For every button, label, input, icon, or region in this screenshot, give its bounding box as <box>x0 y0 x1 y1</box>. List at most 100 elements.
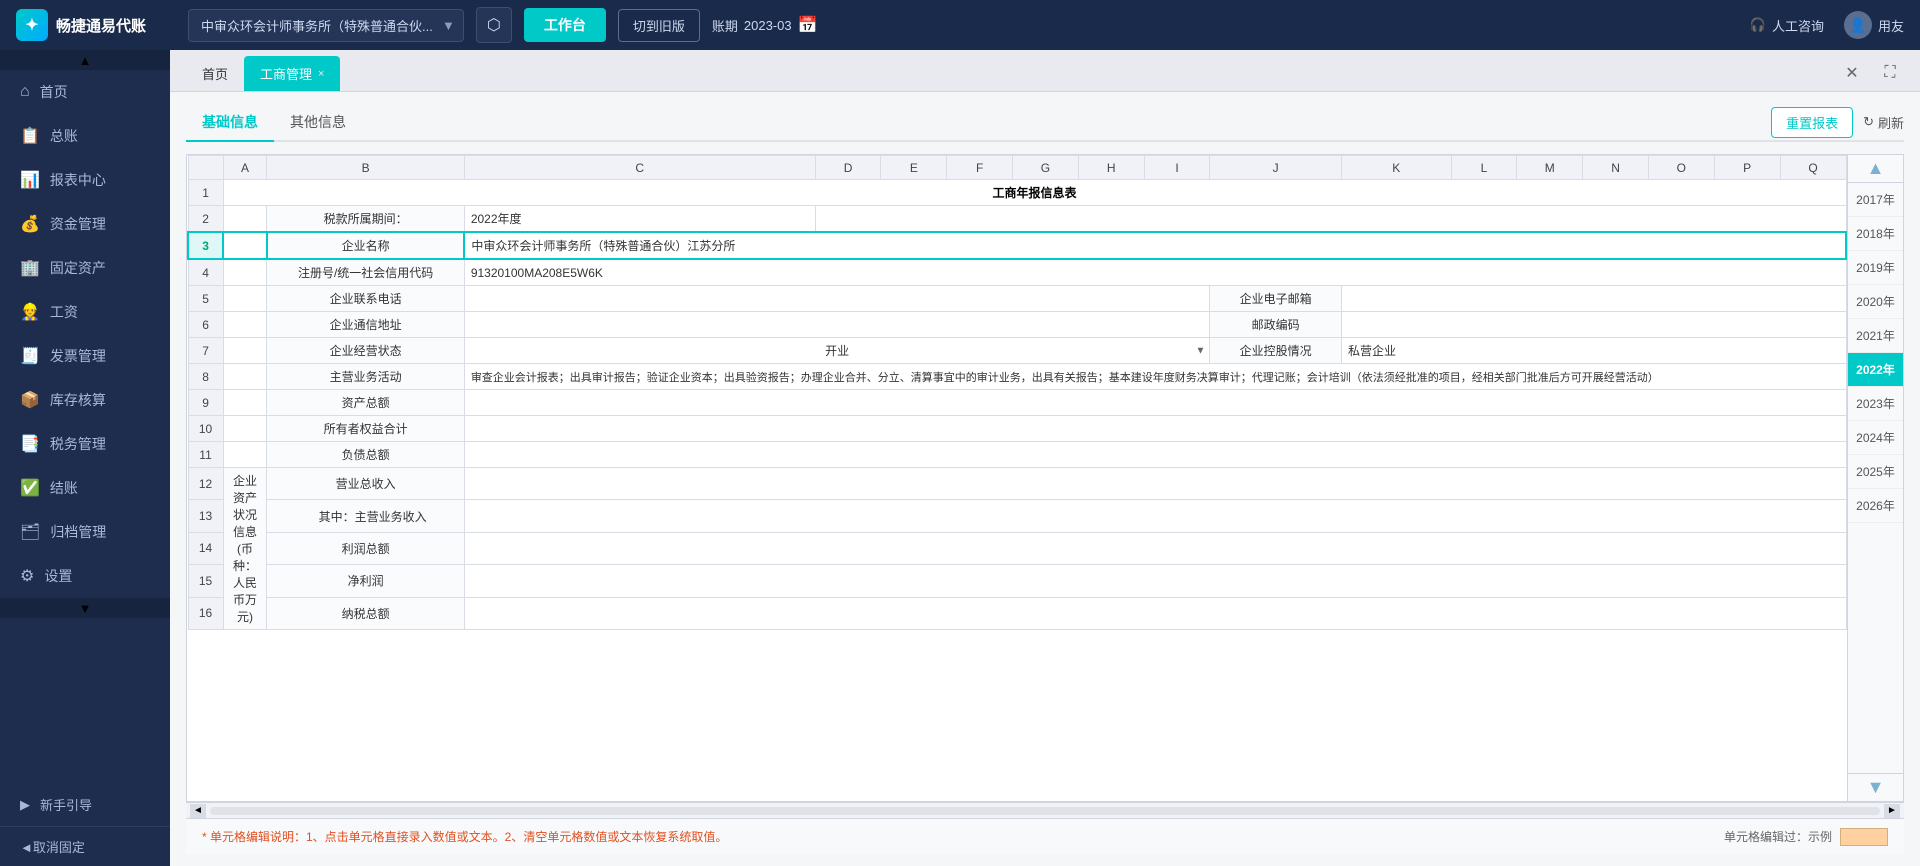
cell-10c[interactable] <box>464 416 1846 442</box>
table-row: 15 净利润 <box>188 565 1846 597</box>
main-layout: ▲ ⌂ 首页 📋 总账 📊 报表中心 💰 资金管理 🏢 固定资产 👷 工资 🧾 … <box>0 50 1920 866</box>
reset-table-button[interactable]: 重置报表 <box>1771 107 1853 138</box>
cell-5c[interactable] <box>464 286 1210 312</box>
sidebar-item-tax[interactable]: 📑 税务管理 <box>0 422 170 466</box>
sub-tab-basic-info[interactable]: 基础信息 <box>186 104 274 142</box>
refresh-icon: ↻ <box>1863 114 1874 130</box>
sidebar-scroll-down[interactable]: ▼ <box>0 598 170 618</box>
col-header-o: O <box>1648 156 1714 180</box>
cell-11c[interactable] <box>464 442 1846 468</box>
sidebar-item-home[interactable]: ⌂ 首页 <box>0 70 170 114</box>
cell-10b: 所有者权益合计 <box>267 416 464 442</box>
sidebar-scroll-up[interactable]: ▲ <box>0 50 170 70</box>
company-copy-button[interactable]: ⬡ <box>476 7 512 43</box>
sidebar-item-settings[interactable]: ⚙ 设置 <box>0 554 170 598</box>
cell-13c[interactable] <box>464 500 1846 532</box>
year-item-2019[interactable]: 2019年 <box>1848 251 1903 285</box>
sidebar-item-label: 报表中心 <box>50 170 106 190</box>
cell-14c[interactable] <box>464 532 1846 564</box>
cell-2c[interactable]: 2022年度 <box>464 206 815 233</box>
sidebar-item-assets[interactable]: 🏢 固定资产 <box>0 246 170 290</box>
tab-expand-button[interactable]: ⛶ <box>1876 59 1904 87</box>
old-version-button[interactable]: 切到旧版 <box>618 9 700 42</box>
sidebar-item-invoice[interactable]: 🧾 发票管理 <box>0 334 170 378</box>
sidebar-item-finance[interactable]: 💰 资金管理 <box>0 202 170 246</box>
table-row: 5 企业联系电话 企业电子邮箱 <box>188 286 1846 312</box>
cell-16b: 纳税总额 <box>267 597 464 629</box>
year-item-2024[interactable]: 2024年 <box>1848 421 1903 455</box>
sidebar-item-salary[interactable]: 👷 工资 <box>0 290 170 334</box>
cell-15b: 净利润 <box>267 565 464 597</box>
year-item-2020[interactable]: 2020年 <box>1848 285 1903 319</box>
tab-home[interactable]: 首页 <box>186 56 244 91</box>
year-scroll-up[interactable]: ▲ <box>1848 155 1903 183</box>
consult-label: 人工咨询 <box>1772 16 1824 35</box>
year-item-2017[interactable]: 2017年 <box>1848 183 1903 217</box>
table-row: 7 企业经营状态 开业 ▼ 企业控股情况 私营企业 <box>188 338 1846 364</box>
cell-6k[interactable] <box>1341 312 1846 338</box>
cell-7j: 企业控股情况 <box>1210 338 1342 364</box>
basic-info-label: 基础信息 <box>202 114 258 130</box>
year-item-2025[interactable]: 2025年 <box>1848 455 1903 489</box>
cell-3b: 企业名称 <box>267 232 464 259</box>
cell-3c[interactable]: 中审众环会计师事务所（特殊普通合伙）江苏分所 <box>464 232 1846 259</box>
table-row: 11 负债总额 <box>188 442 1846 468</box>
sidebar-item-reports[interactable]: 📊 报表中心 <box>0 158 170 202</box>
spreadsheet[interactable]: A B C D E F G H I J K L <box>187 155 1847 801</box>
year-item-2026[interactable]: 2026年 <box>1848 489 1903 523</box>
sub-tab-other-info[interactable]: 其他信息 <box>274 104 362 142</box>
year-item-2023[interactable]: 2023年 <box>1848 387 1903 421</box>
cell-9c[interactable] <box>464 390 1846 416</box>
col-header-d: D <box>815 156 881 180</box>
cell-15c[interactable] <box>464 565 1846 597</box>
calendar-icon[interactable]: 📅 <box>798 15 818 35</box>
tab-close-button[interactable]: ✕ <box>1838 59 1866 87</box>
row-num: 16 <box>188 597 223 629</box>
row-num-3: 3 <box>188 232 223 259</box>
table-row: 4 注册号/统一社会信用代码 91320100MA208E5W6K <box>188 259 1846 286</box>
col-header-i: I <box>1144 156 1210 180</box>
table-row: 2 税款所属期间： 2022年度 <box>188 206 1846 233</box>
user-area[interactable]: 👤 用友 <box>1844 11 1904 39</box>
cell-7c[interactable]: 开业 ▼ <box>464 338 1210 364</box>
sidebar-item-archive[interactable]: 🗂 归档管理 <box>0 510 170 554</box>
col-header-e: E <box>881 156 947 180</box>
cell-8c[interactable]: 审查企业会计报表；出具审计报告；验证企业资本；出具验资报告；办理企业合并、分立、… <box>464 364 1846 390</box>
new-user-guide-button[interactable]: ▶ 新手引导 <box>0 783 170 826</box>
scroll-track[interactable] <box>210 807 1880 815</box>
cell-6b: 企业通信地址 <box>267 312 464 338</box>
title-cell[interactable]: 工商年报信息表 <box>223 180 1846 206</box>
sidebar-item-closing[interactable]: ✅ 结账 <box>0 466 170 510</box>
year-item-2021[interactable]: 2021年 <box>1848 319 1903 353</box>
cell-6c[interactable] <box>464 312 1210 338</box>
cell-16c[interactable] <box>464 597 1846 629</box>
cell-7k[interactable]: 私营企业 <box>1341 338 1846 364</box>
unpin-button[interactable]: ◄取消固定 <box>0 826 170 866</box>
consult-button[interactable]: 🎧 人工咨询 <box>1750 16 1824 35</box>
scroll-right-button[interactable]: ► <box>1884 804 1900 818</box>
year-scroll-down[interactable]: ▼ <box>1848 773 1903 801</box>
other-info-label: 其他信息 <box>290 114 346 130</box>
sidebar-item-inventory[interactable]: 📦 库存核算 <box>0 378 170 422</box>
sidebar-item-ledger[interactable]: 📋 总账 <box>0 114 170 158</box>
company-selector[interactable]: 中审众环会计师事务所（特殊普通合伙... ▼ <box>188 9 464 42</box>
sidebar: ▲ ⌂ 首页 📋 总账 📊 报表中心 💰 资金管理 🏢 固定资产 👷 工资 🧾 … <box>0 50 170 866</box>
col-header-a: A <box>223 156 267 180</box>
year-item-2018[interactable]: 2018年 <box>1848 217 1903 251</box>
horizontal-scrollbar[interactable]: ◄ ► <box>186 802 1904 818</box>
table-row: 16 纳税总额 <box>188 597 1846 629</box>
bottom-right: 单元格编辑过：示例 <box>1724 828 1888 846</box>
tab-business-mgmt[interactable]: 工商管理 × <box>244 56 340 91</box>
year-item-2022[interactable]: 2022年 <box>1848 353 1903 387</box>
assets-icon: 🏢 <box>20 258 40 278</box>
inventory-icon: 📦 <box>20 390 40 410</box>
finance-icon: 💰 <box>20 214 40 234</box>
cell-12c[interactable] <box>464 468 1846 500</box>
cell-5k[interactable] <box>1341 286 1846 312</box>
sidebar-item-label: 发票管理 <box>50 346 106 366</box>
refresh-button[interactable]: ↻ 刷新 <box>1863 113 1904 132</box>
tab-close-icon[interactable]: × <box>318 68 324 80</box>
scroll-left-button[interactable]: ◄ <box>190 804 206 818</box>
workbench-button[interactable]: 工作台 <box>524 8 606 42</box>
cell-4c[interactable]: 91320100MA208E5W6K <box>464 259 1846 286</box>
